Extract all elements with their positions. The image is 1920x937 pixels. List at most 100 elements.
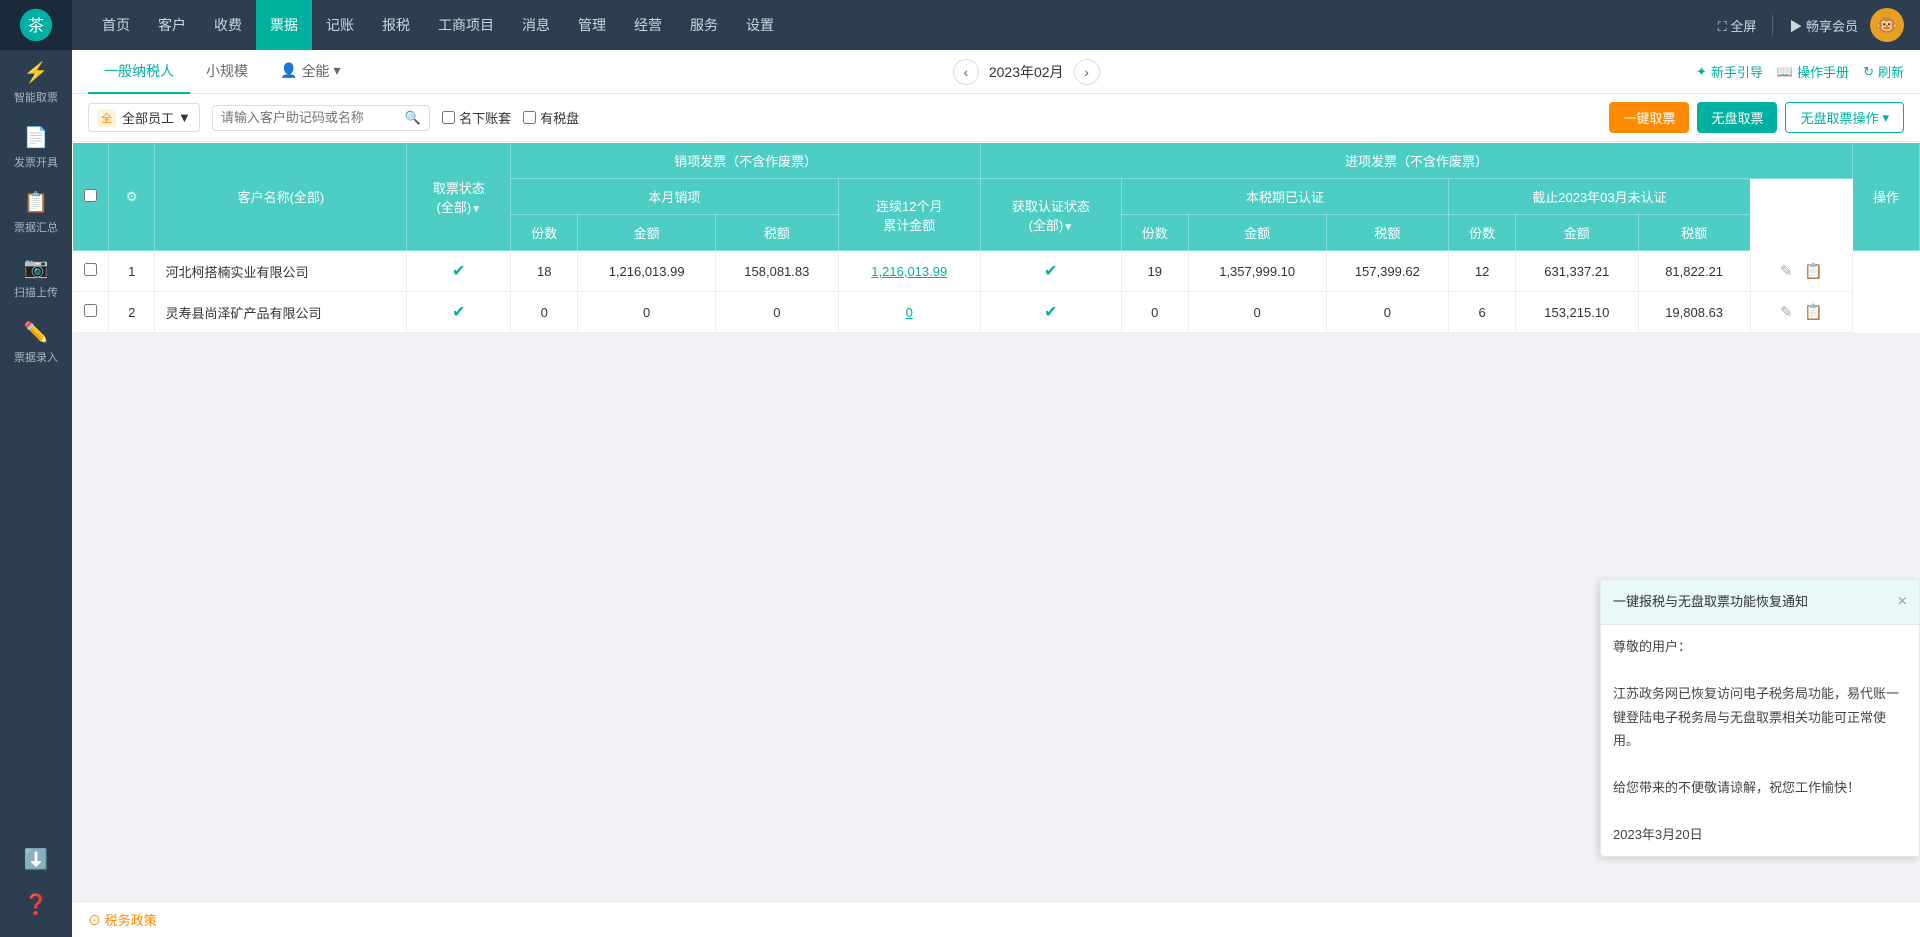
col-check — [73, 143, 109, 251]
row-checkbox[interactable] — [84, 263, 97, 276]
manual-btn[interactable]: 📖 操作手册 — [1777, 62, 1849, 81]
notification-title: 一键报税与无盘取票功能恢复通知 — [1613, 590, 1808, 613]
sidebar-item-scan-upload[interactable]: 📷 扫描上传 — [0, 245, 72, 310]
tab-all[interactable]: 👤 全能 ▾ — [264, 50, 356, 94]
row-month-amount: 1,216,013.99 — [578, 251, 716, 292]
col-name: 客户名称(全部) — [155, 143, 407, 251]
edit-icon[interactable]: ✎ — [1780, 304, 1793, 321]
row-check[interactable] — [73, 251, 109, 292]
sidebar-item-smart-deduction[interactable]: ⚡ 智能取票 — [0, 50, 72, 115]
svg-text:茶: 茶 — [28, 17, 44, 35]
sidebar-item-label: 票据录入 — [14, 349, 58, 365]
col-month-sales: 本月销项 — [511, 179, 838, 215]
col-uncert-input: 截止2023年03月未认证 — [1449, 179, 1751, 215]
current-month: 2023年02月 — [989, 62, 1064, 82]
top-navigation: 首页 客户 收费 票据 记账 报税 工商项目 消息 管理 经营 服务 设置 ⛶ … — [72, 0, 1920, 50]
nav-service[interactable]: 服务 — [676, 0, 732, 50]
sub-account-label: 名下账套 — [459, 108, 511, 127]
employee-select[interactable]: 全 全部员工 ▼ — [88, 103, 200, 132]
next-month-btn[interactable]: › — [1074, 59, 1100, 85]
avatar[interactable]: 🐵 — [1870, 8, 1904, 42]
select-all-checkbox[interactable] — [84, 189, 97, 202]
filter-bar: 全 全部员工 ▼ 🔍 名下账套 有税盘 一键取票 无盘取票 无盘取票操作 — [72, 94, 1920, 142]
tab-right-actions: ✦ 新手引导 📖 操作手册 ↻ 刷新 — [1696, 62, 1904, 81]
sub-account-check[interactable] — [442, 111, 455, 124]
col-period-tax: 税额 — [1326, 215, 1449, 251]
guide-icon: ✦ — [1696, 64, 1707, 80]
edit-icon[interactable]: ✎ — [1780, 263, 1793, 280]
notification-close-btn[interactable]: × — [1898, 588, 1907, 617]
nav-invoice[interactable]: 票据 — [256, 0, 312, 50]
nav-home[interactable]: 首页 — [88, 0, 144, 50]
vip-icon: ▶ — [1789, 19, 1802, 34]
tax-policy-link[interactable]: ⊙ 税务政策 — [88, 910, 157, 929]
row-actions: ✎ 📋 — [1750, 292, 1852, 333]
nav-tax[interactable]: 报税 — [368, 0, 424, 50]
sidebar-item-download[interactable]: ⬇️ — [0, 837, 72, 882]
date-navigation: ‹ 2023年02月 › — [953, 59, 1100, 85]
row-cert-status: ✔ — [980, 292, 1121, 333]
one-click-deduction-btn[interactable]: 一键取票 — [1609, 102, 1689, 133]
nav-message[interactable]: 消息 — [508, 0, 564, 50]
sidebar-item-invoice-open[interactable]: 📄 发票开具 — [0, 115, 72, 180]
notification-body: 尊敬的用户： 江苏政务网已恢复访问电子税务局功能，易代账一键登陆电子税务局与无盘… — [1601, 625, 1919, 856]
book-icon: 📖 — [1777, 64, 1793, 80]
sidebar-item-data-entry[interactable]: ✏️ 票据录入 — [0, 310, 72, 375]
row-period-tax: 157,399.62 — [1326, 251, 1449, 292]
invoice-open-icon: 📄 — [24, 125, 49, 150]
fullscreen-btn[interactable]: ⛶ 全屏 — [1718, 16, 1757, 35]
col-deduction-status: 取票状态(全部)▼ — [407, 143, 511, 251]
new-guide-btn[interactable]: ✦ 新手引导 — [1696, 62, 1763, 81]
tab-general-taxpayer[interactable]: 一般纳税人 — [88, 50, 190, 94]
sidebar-item-invoice-summary[interactable]: 📋 票据汇总 — [0, 180, 72, 245]
employee-badge: 全 — [97, 109, 116, 127]
has-tax-check[interactable] — [523, 111, 536, 124]
has-tax-checkbox[interactable]: 有税盘 — [523, 108, 579, 127]
row-index: 2 — [109, 292, 155, 333]
col-month-amount: 金额 — [578, 215, 716, 251]
col-cumulative: 连续12个月累计金额 — [838, 179, 980, 251]
detail-icon[interactable]: 📋 — [1804, 263, 1823, 280]
filter-buttons: 一键取票 无盘取票 无盘取票操作 ▾ — [1609, 102, 1904, 133]
sidebar: 茶 ⚡ 智能取票 📄 发票开具 📋 票据汇总 📷 扫描上传 ✏️ 票据录入 ⬇️… — [0, 0, 72, 937]
nav-client[interactable]: 客户 — [144, 0, 200, 50]
sub-account-checkbox[interactable]: 名下账套 — [442, 108, 511, 127]
no-disk-deduction-btn[interactable]: 无盘取票 — [1697, 102, 1777, 133]
nav-billing[interactable]: 收费 — [200, 0, 256, 50]
nav-settings[interactable]: 设置 — [732, 0, 788, 50]
sidebar-item-label: 智能取票 — [14, 89, 58, 105]
row-period-count: 0 — [1121, 292, 1188, 333]
sidebar-item-label: 发票开具 — [14, 154, 58, 170]
row-actions: ✎ 📋 — [1750, 251, 1852, 292]
row-cumulative[interactable]: 0 — [838, 292, 980, 333]
prev-month-btn[interactable]: ‹ — [953, 59, 979, 85]
row-checkbox[interactable] — [84, 304, 97, 317]
col-uncert-amount: 金额 — [1516, 215, 1639, 251]
row-month-count: 0 — [511, 292, 578, 333]
nav-business[interactable]: 工商项目 — [424, 0, 508, 50]
sidebar-item-label: 票据汇总 — [14, 219, 58, 235]
sidebar-item-help[interactable]: ❓ — [0, 882, 72, 927]
tab-all-label: 全能 — [301, 61, 329, 81]
row-cert-status: ✔ — [980, 251, 1121, 292]
table-row: 1 河北柯搭楠实业有限公司 ✔ 18 1,216,013.99 158,081.… — [73, 251, 1920, 292]
tab-small-scale[interactable]: 小规模 — [190, 50, 264, 94]
search-input[interactable] — [221, 110, 401, 125]
detail-icon[interactable]: 📋 — [1804, 304, 1823, 321]
nav-bookkeeping[interactable]: 记账 — [312, 0, 368, 50]
nav-operation[interactable]: 经营 — [620, 0, 676, 50]
no-disk-operations-btn[interactable]: 无盘取票操作 ▾ — [1785, 102, 1904, 133]
col-month-tax: 税额 — [716, 215, 839, 251]
row-check[interactable] — [73, 292, 109, 333]
vip-btn[interactable]: ▶ 畅享会员 — [1789, 16, 1858, 35]
row-cumulative[interactable]: 1,216,013.99 — [838, 251, 980, 292]
nav-management[interactable]: 管理 — [564, 0, 620, 50]
refresh-btn[interactable]: ↻ 刷新 — [1863, 62, 1904, 81]
tab-general-taxpayer-label: 一般纳税人 — [104, 61, 174, 81]
topnav-right: ⛶ 全屏 ▶ 畅享会员 🐵 — [1718, 8, 1904, 42]
col-period-input: 本税期已认证 — [1121, 179, 1448, 215]
smart-deduction-icon: ⚡ — [24, 60, 49, 85]
divider — [1772, 15, 1773, 35]
col-cert-status: 获取认证状态(全部)▼ — [980, 179, 1121, 251]
col-settings[interactable]: ⚙ — [109, 143, 155, 251]
